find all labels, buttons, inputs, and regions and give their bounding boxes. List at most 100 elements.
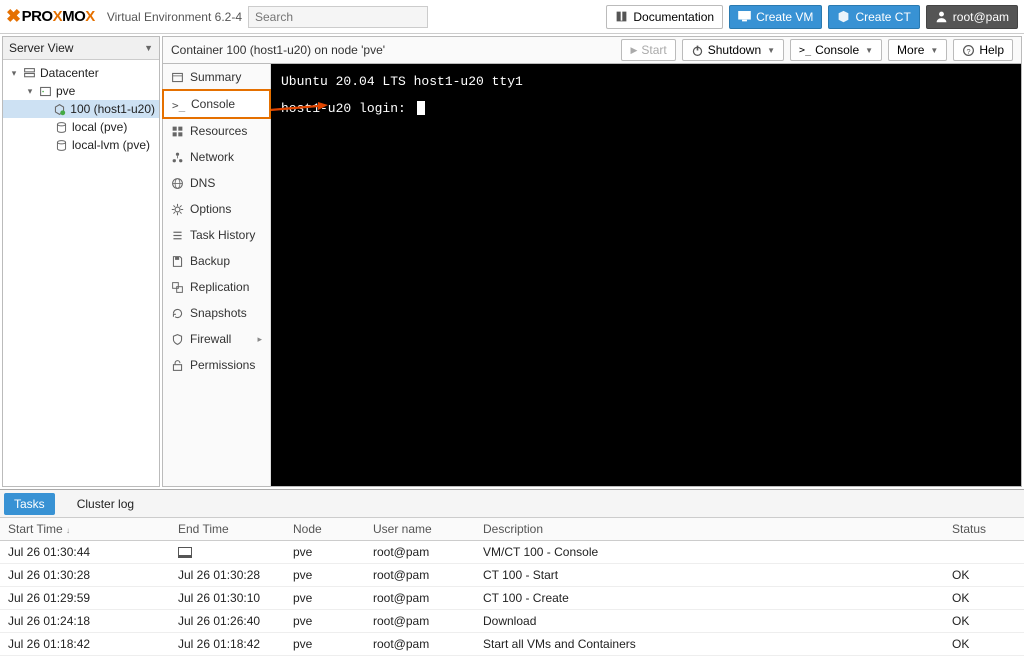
main-area: Server View ▼ ▾Datacenter▾pve100 (host1-… — [0, 34, 1024, 489]
nav-resources[interactable]: Resources — [163, 118, 270, 144]
content-titlebar: Container 100 (host1-u20) on node 'pve' … — [162, 36, 1022, 64]
tab-tasks[interactable]: Tasks — [4, 493, 55, 515]
tree-twisty: ▾ — [9, 68, 19, 79]
logo-x3: X — [85, 8, 95, 25]
bottom-tabs: Tasks Cluster log — [0, 490, 1024, 518]
logo-x-icon: ✖ — [6, 6, 21, 27]
nav-network[interactable]: Network — [163, 144, 270, 170]
start-button[interactable]: ▶ Start — [621, 39, 675, 61]
col-start[interactable]: Start Time ↓ — [0, 518, 170, 541]
resource-tree: ▾Datacenter▾pve100 (host1-u20)local (pve… — [3, 60, 159, 486]
cell-start: Jul 26 01:24:18 — [0, 610, 170, 633]
task-row[interactable]: Jul 26 01:18:42Jul 26 01:18:42pveroot@pa… — [0, 633, 1024, 656]
unlock-icon — [171, 359, 184, 372]
chevron-down-icon: ▼ — [767, 46, 775, 55]
user-menu-button[interactable]: root@pam — [926, 5, 1018, 29]
cell-user: root@pam — [365, 564, 475, 587]
sidebar-view-selector[interactable]: Server View ▼ — [3, 37, 159, 60]
cube-icon — [837, 10, 850, 23]
tree-item-pve[interactable]: ▾ pve — [3, 82, 159, 100]
history-icon — [171, 307, 184, 320]
nav-snapshots[interactable]: Snapshots — [163, 300, 270, 326]
nav-item-label: Network — [190, 150, 234, 164]
cell-node: pve — [285, 541, 365, 564]
col-status[interactable]: Status — [944, 518, 1024, 541]
cell-node: pve — [285, 587, 365, 610]
cell-desc: CT 100 - Start — [475, 564, 944, 587]
nav-summary[interactable]: Summary — [163, 64, 270, 90]
tree-item-100-host1-u20-[interactable]: 100 (host1-u20) — [3, 100, 159, 118]
tree-item-label: pve — [56, 84, 75, 98]
col-node[interactable]: Node — [285, 518, 365, 541]
col-end[interactable]: End Time — [170, 518, 285, 541]
help-button[interactable]: ? Help — [953, 39, 1013, 61]
task-row[interactable]: Jul 26 01:30:44pveroot@pamVM/CT 100 - Co… — [0, 541, 1024, 564]
svg-text:?: ? — [967, 46, 971, 55]
node-icon — [39, 85, 52, 98]
tasks-table: Start Time ↓ End Time Node User name Des… — [0, 518, 1024, 656]
cell-start: Jul 26 01:29:59 — [0, 587, 170, 610]
tasks-header-row: Start Time ↓ End Time Node User name Des… — [0, 518, 1024, 541]
console-prompt-text: host1-u20 login: — [281, 101, 406, 116]
chevron-down-icon: ▼ — [930, 46, 938, 55]
cell-node: pve — [285, 610, 365, 633]
bottom-panel: Tasks Cluster log Start Time ↓ End Time … — [0, 489, 1024, 656]
play-icon: ▶ — [630, 45, 637, 56]
nav-backup[interactable]: Backup — [163, 248, 270, 274]
cell-desc: CT 100 - Create — [475, 587, 944, 610]
task-row[interactable]: Jul 26 01:30:28Jul 26 01:30:28pveroot@pa… — [0, 564, 1024, 587]
nav-permissions[interactable]: Permissions — [163, 352, 270, 378]
cell-user: root@pam — [365, 633, 475, 656]
side-nav: Summary>_Console Resources Network DNS Optio… — [163, 64, 271, 486]
help-icon: ? — [962, 44, 975, 57]
tree-item-datacenter[interactable]: ▾Datacenter — [3, 64, 159, 82]
shutdown-label: Shutdown — [708, 43, 761, 57]
task-row[interactable]: Jul 26 01:29:59Jul 26 01:30:10pveroot@pa… — [0, 587, 1024, 610]
cell-end: Jul 26 01:30:10 — [170, 587, 285, 610]
nav-firewall[interactable]: Firewall▸ — [163, 326, 270, 352]
sidebar-view-label: Server View — [9, 41, 73, 55]
chevron-down-icon: ▼ — [144, 43, 153, 53]
nav-item-label: DNS — [190, 176, 215, 190]
col-desc[interactable]: Description — [475, 518, 944, 541]
nav-item-label: Resources — [190, 124, 247, 138]
search-input[interactable] — [248, 6, 428, 28]
cell-status: OK — [944, 564, 1024, 587]
tree-item-label: local (pve) — [72, 120, 127, 134]
create-ct-button[interactable]: Create CT — [828, 5, 919, 29]
help-label: Help — [979, 43, 1004, 57]
nav-options[interactable]: Options — [163, 196, 270, 222]
more-button[interactable]: More ▼ — [888, 39, 947, 61]
replication-icon — [171, 281, 184, 294]
nav-replication[interactable]: Replication — [163, 274, 270, 300]
tree-twisty: ▾ — [25, 86, 35, 97]
console-viewport[interactable]: Ubuntu 20.04 LTS host1-u20 tty1 host1-u2… — [271, 64, 1021, 486]
nav-console[interactable]: >_Console — [162, 89, 271, 119]
monitor-icon — [738, 10, 751, 23]
storage-icon — [55, 121, 68, 134]
content-panel: Container 100 (host1-u20) on node 'pve' … — [162, 36, 1022, 487]
cell-status: OK — [944, 633, 1024, 656]
tree-item-local-pve-[interactable]: local (pve) — [3, 118, 159, 136]
cell-end: Jul 26 01:30:28 — [170, 564, 285, 587]
content-title: Container 100 (host1-u20) on node 'pve' — [171, 43, 615, 57]
console-button[interactable]: >_ Console ▼ — [790, 39, 882, 61]
console-icon: >_ — [172, 98, 185, 111]
console-prompt: host1-u20 login: — [281, 99, 1011, 120]
create-vm-button[interactable]: Create VM — [729, 5, 822, 29]
nav-task-history[interactable]: Task History — [163, 222, 270, 248]
globe-icon — [171, 177, 184, 190]
task-row[interactable]: Jul 26 01:24:18Jul 26 01:26:40pveroot@pa… — [0, 610, 1024, 633]
documentation-button[interactable]: Documentation — [606, 5, 723, 29]
network-icon — [171, 151, 184, 164]
col-user[interactable]: User name — [365, 518, 475, 541]
shutdown-button[interactable]: Shutdown ▼ — [682, 39, 784, 61]
lxc-icon — [53, 103, 66, 116]
nav-dns[interactable]: DNS — [163, 170, 270, 196]
tab-cluster-log[interactable]: Cluster log — [67, 493, 144, 515]
cell-node: pve — [285, 633, 365, 656]
cell-node: pve — [285, 564, 365, 587]
power-icon — [691, 44, 704, 57]
tree-item-local-lvm-pve-[interactable]: local-lvm (pve) — [3, 136, 159, 154]
nav-item-label: Replication — [190, 280, 249, 294]
